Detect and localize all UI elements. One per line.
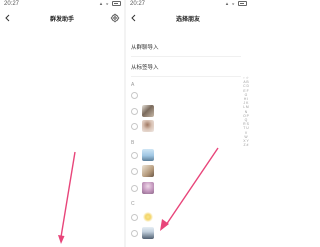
select-checkbox[interactable] — [131, 230, 138, 237]
select-friends-screen: 20:27 ▴ ◒ 选择朋友 从群聊导入 从标签导入 A B C ↑ ☆ A B… — [126, 0, 250, 247]
menu-label: 从标签导入 — [131, 65, 159, 71]
menu-label: 从群聊导入 — [131, 45, 159, 51]
contact-row[interactable] — [131, 148, 241, 163]
group-send-assistant-screen: 20:27 ▴ ◒ 群发助手 — [0, 0, 124, 247]
divider — [131, 56, 241, 57]
status-bar: 20:27 ▴ ◒ — [0, 0, 124, 10]
status-time: 20:27 — [130, 1, 146, 7]
import-from-tag[interactable]: 从标签导入 — [131, 62, 241, 74]
battery-icon — [238, 1, 247, 7]
select-checkbox[interactable] — [131, 214, 138, 221]
contact-avatar — [142, 211, 154, 223]
page-title: 选择朋友 — [175, 17, 200, 23]
contact-avatar — [142, 149, 154, 161]
nav-bar: 群发助手 — [0, 11, 124, 25]
status-icons: ▴ ◒ — [226, 1, 247, 7]
nav-bar: 选择朋友 — [126, 11, 250, 25]
select-checkbox[interactable] — [131, 185, 138, 192]
select-checkbox[interactable] — [131, 123, 138, 130]
contact-row[interactable] — [131, 104, 241, 119]
status-time: 20:27 — [4, 1, 20, 7]
contact-row[interactable] — [131, 181, 241, 196]
select-checkbox[interactable] — [131, 168, 138, 175]
select-checkbox[interactable] — [131, 108, 138, 115]
contact-avatar — [142, 227, 154, 239]
contact-row[interactable] — [131, 119, 241, 134]
alphabet-index[interactable]: ↑ ☆ A B C D E F G H I J K L M N O P Q R … — [243, 76, 249, 147]
divider — [131, 76, 241, 77]
status-icons: ▴ ◒ — [100, 1, 121, 7]
contact-row[interactable] — [131, 164, 241, 179]
annotation-arrow — [58, 151, 76, 244]
contact-avatar — [142, 105, 154, 117]
group-letter: C — [131, 201, 135, 207]
contact-row[interactable] — [131, 226, 241, 241]
battery-icon — [112, 1, 121, 7]
contact-avatar — [142, 165, 154, 177]
import-from-group-chat[interactable]: 从群聊导入 — [131, 42, 241, 54]
contact-avatar — [142, 120, 154, 132]
contact-avatar — [142, 182, 154, 194]
status-bar: 20:27 ▴ ◒ — [126, 0, 250, 10]
select-checkbox[interactable] — [131, 92, 138, 99]
group-letter: B — [131, 140, 135, 146]
contact-row[interactable] — [131, 88, 241, 103]
settings-icon[interactable] — [110, 13, 120, 23]
select-checkbox[interactable] — [131, 152, 138, 159]
page-title: 群发助手 — [49, 17, 74, 23]
contact-row[interactable] — [131, 210, 241, 225]
